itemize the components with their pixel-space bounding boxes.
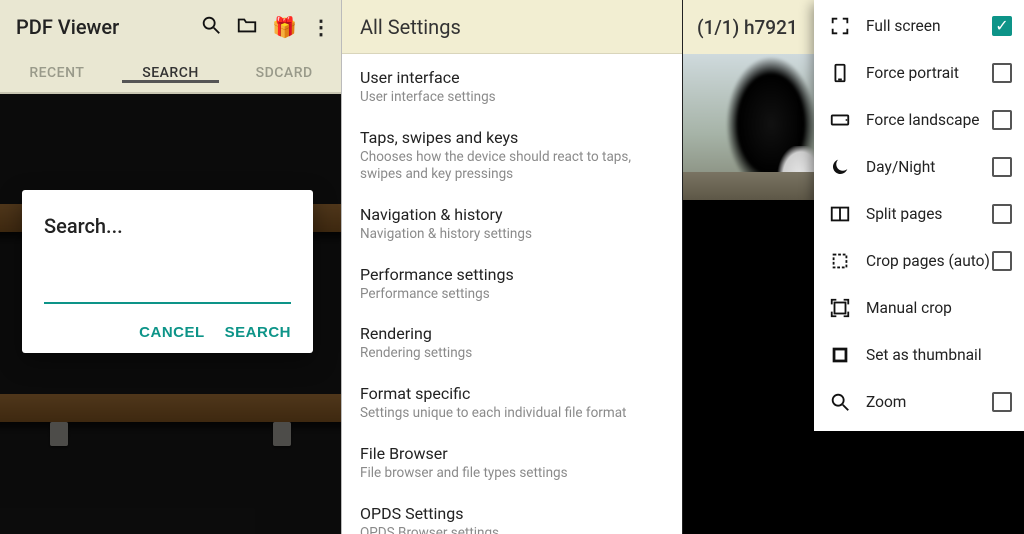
- settings-item-title: Taps, swipes and keys: [360, 128, 664, 147]
- menu-item-label: Force landscape: [854, 111, 992, 129]
- settings-item-sub: Navigation & history settings: [360, 226, 664, 243]
- settings-item[interactable]: User interface User interface settings: [342, 58, 682, 118]
- checkbox[interactable]: [992, 204, 1012, 224]
- settings-item-sub: OPDS Browser settings: [360, 525, 664, 534]
- settings-item[interactable]: Rendering Rendering settings: [342, 314, 682, 374]
- settings-item[interactable]: Taps, swipes and keys Chooses how the dev…: [342, 118, 682, 195]
- menu-item-label: Manual crop: [854, 299, 1012, 317]
- landscape-icon: [826, 109, 854, 131]
- menu-item[interactable]: Full screen✓: [814, 2, 1024, 49]
- settings-item-title: Performance settings: [360, 265, 664, 284]
- menu-item-label: Zoom: [854, 393, 992, 411]
- split-icon: [826, 203, 854, 225]
- menu-item-label: Set as thumbnail: [854, 346, 1012, 364]
- settings-item-title: OPDS Settings: [360, 504, 664, 523]
- settings-item-sub: File browser and file types settings: [360, 465, 664, 482]
- dialog-actions: CANCEL SEARCH: [44, 324, 291, 341]
- menu-item[interactable]: Split pages: [814, 190, 1024, 237]
- settings-item-title: Navigation & history: [360, 205, 664, 224]
- menu-item[interactable]: Set as thumbnail: [814, 331, 1024, 378]
- search-icon[interactable]: [200, 14, 222, 40]
- thumbnail-icon: [826, 344, 854, 366]
- tab-bar: RECENT SEARCH SDCARD: [0, 54, 341, 94]
- menu-item-label: Force portrait: [854, 64, 992, 82]
- overflow-menu: Full screen✓ Force portrait Force landscap…: [814, 0, 1024, 431]
- settings-title: All Settings: [360, 15, 461, 39]
- app-title: PDF Viewer: [8, 15, 200, 39]
- settings-item-sub: Performance settings: [360, 286, 664, 303]
- settings-item-sub: User interface settings: [360, 89, 664, 106]
- checkbox[interactable]: [992, 110, 1012, 130]
- settings-item[interactable]: File Browser File browser and file types …: [342, 434, 682, 494]
- menu-item[interactable]: Zoom: [814, 378, 1024, 425]
- search-input[interactable]: [44, 276, 291, 304]
- settings-item-title: Rendering: [360, 324, 664, 343]
- search-button[interactable]: SEARCH: [225, 324, 291, 341]
- menu-item-label: Crop pages (auto): [854, 252, 992, 270]
- pane-viewer: (1/1) h7921 Full screen✓ Force portrait Fo…: [682, 0, 1024, 534]
- search-dialog: Search... CANCEL SEARCH: [22, 190, 313, 353]
- menu-item[interactable]: Force portrait: [814, 49, 1024, 96]
- checkbox[interactable]: [992, 251, 1012, 271]
- manualcrop-icon: [826, 297, 854, 319]
- tab-search[interactable]: SEARCH: [114, 65, 228, 81]
- menu-item-label: Full screen: [854, 17, 992, 35]
- fullscreen-icon: [826, 15, 854, 37]
- settings-item-sub: Rendering settings: [360, 345, 664, 362]
- topbar: PDF Viewer 🎁 ⋮: [0, 0, 341, 54]
- autocrop-icon: [826, 250, 854, 272]
- settings-item[interactable]: Format specific Settings unique to each i…: [342, 374, 682, 434]
- folder-icon[interactable]: [236, 14, 258, 40]
- settings-item-title: User interface: [360, 68, 664, 87]
- settings-item-sub: Settings unique to each individual file …: [360, 405, 664, 422]
- tab-recent[interactable]: RECENT: [0, 65, 114, 81]
- menu-item[interactable]: Manual crop: [814, 284, 1024, 331]
- checkbox[interactable]: [992, 392, 1012, 412]
- settings-item[interactable]: OPDS Settings OPDS Browser settings: [342, 494, 682, 534]
- overflow-menu-icon[interactable]: ⋮: [311, 15, 329, 39]
- settings-list: User interface User interface settings Tap…: [342, 54, 682, 534]
- gift-icon[interactable]: 🎁: [272, 15, 297, 39]
- moon-icon: [826, 156, 854, 178]
- settings-header: All Settings: [342, 0, 682, 54]
- menu-item-label: Split pages: [854, 205, 992, 223]
- menu-item[interactable]: Force landscape: [814, 96, 1024, 143]
- menu-item-label: Day/Night: [854, 158, 992, 176]
- tab-sdcard[interactable]: SDCARD: [227, 65, 341, 81]
- viewer-title: (1/1) h7921: [697, 16, 798, 39]
- pane-all-settings: All Settings User interfaceUser interfac…: [341, 0, 682, 534]
- settings-item-title: File Browser: [360, 444, 664, 463]
- menu-item[interactable]: Crop pages (auto): [814, 237, 1024, 284]
- zoom-icon: [826, 391, 854, 413]
- settings-item[interactable]: Navigation & history Navigation & history…: [342, 195, 682, 255]
- cancel-button[interactable]: CANCEL: [139, 324, 205, 341]
- checkbox[interactable]: ✓: [992, 16, 1012, 36]
- menu-item[interactable]: Day/Night: [814, 143, 1024, 190]
- pane-pdf-viewer: PDF Viewer 🎁 ⋮ RECENT SEARCH SDCARD Sear…: [0, 0, 341, 534]
- settings-item[interactable]: Performance settings Performance settings: [342, 255, 682, 315]
- settings-item-sub: Chooses how the device should react to t…: [360, 149, 664, 183]
- checkbox[interactable]: [992, 63, 1012, 83]
- settings-item-title: Format specific: [360, 384, 664, 403]
- topbar-actions: 🎁 ⋮: [200, 14, 333, 40]
- dialog-title: Search...: [44, 214, 291, 238]
- portrait-icon: [826, 62, 854, 84]
- checkbox[interactable]: [992, 157, 1012, 177]
